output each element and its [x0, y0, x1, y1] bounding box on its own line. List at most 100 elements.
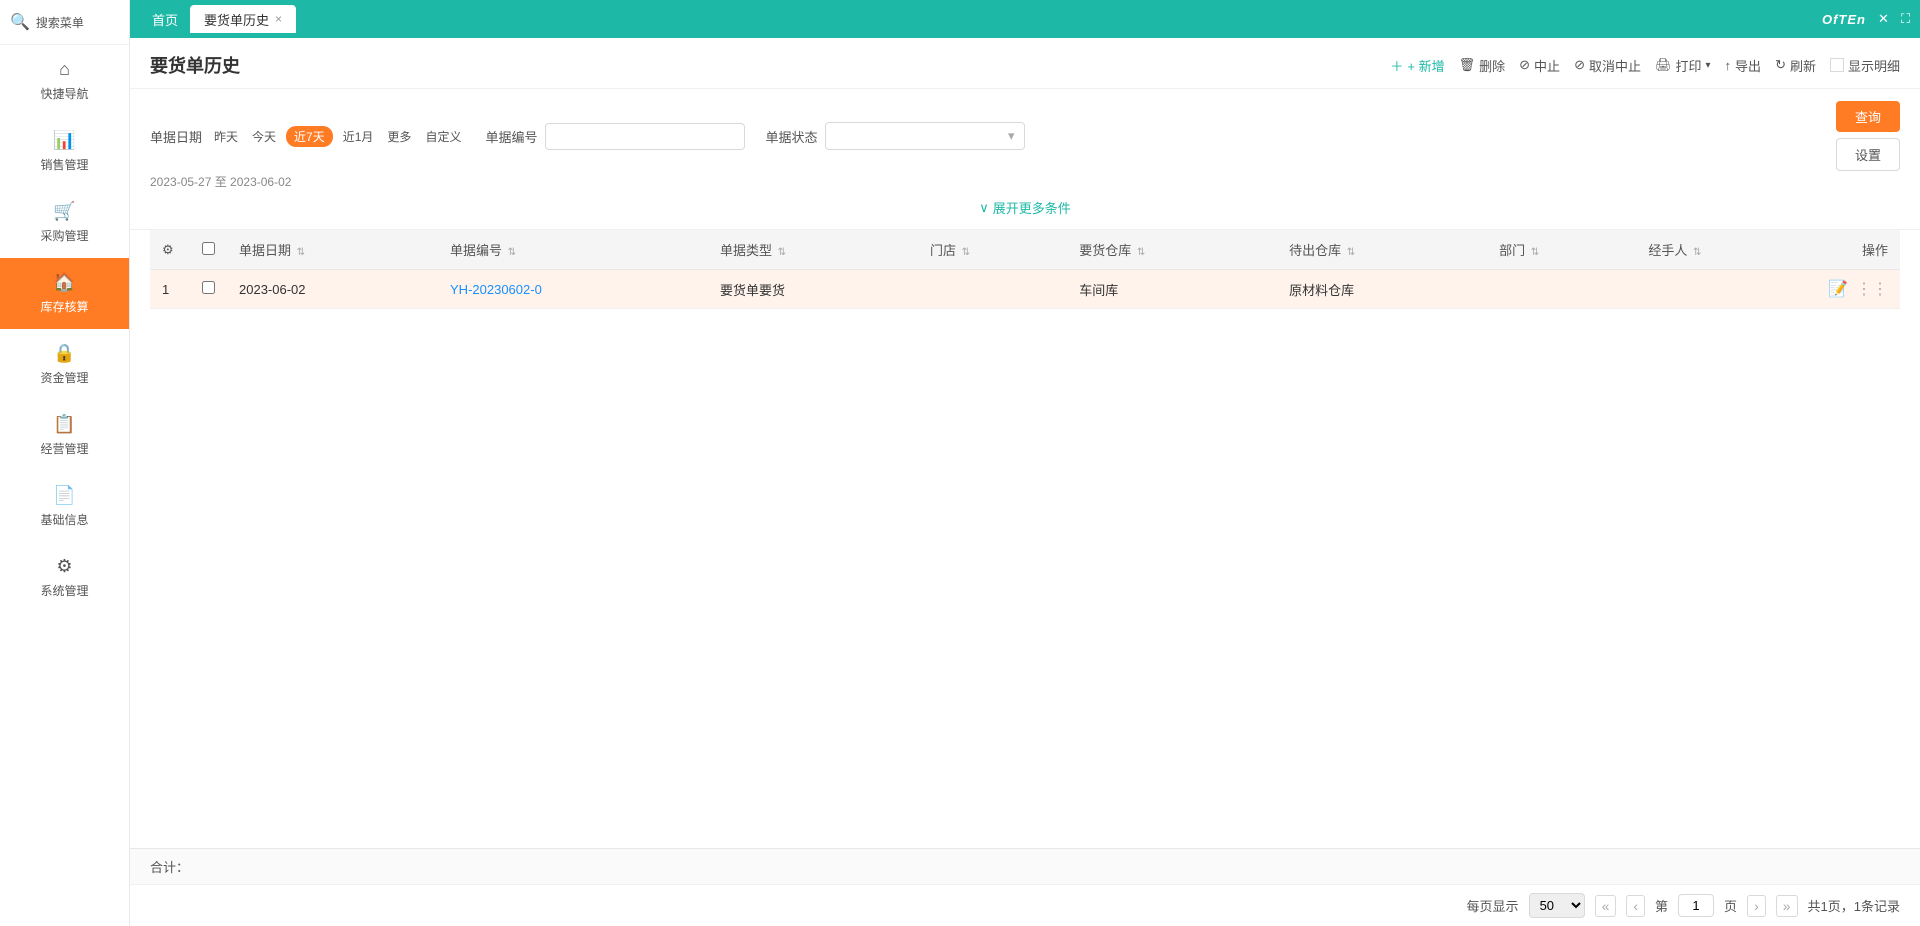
sidebar-item-system[interactable]: ⚙ 系统管理	[0, 542, 129, 613]
cell-pending-warehouse: 原材料仓库	[1277, 270, 1487, 309]
sidebar-item-operation[interactable]: 📋 经营管理	[0, 400, 129, 471]
th-doc-no: 单据编号 ⇅	[438, 230, 708, 270]
doc-no-link[interactable]: YH-20230602-0	[450, 282, 542, 297]
sort-doc-type-icon[interactable]: ⇅	[778, 247, 786, 258]
print-button[interactable]: 🖨 打印 ▾	[1655, 56, 1711, 75]
sort-doc-no-icon[interactable]: ⇅	[508, 247, 516, 258]
th-department: 部门 ⇅	[1487, 230, 1636, 270]
cell-shop	[918, 270, 1067, 309]
page-label: 第	[1655, 896, 1668, 915]
expand-down-icon: ∨	[979, 200, 989, 216]
filter-row: 单据日期 昨天 今天 近7天 近1月 更多 自定义 单据编号	[150, 101, 1900, 171]
clipboard-icon: 📋	[53, 414, 75, 435]
table-row: 1 2023-06-02 YH-20230602-0 要货单要货 车间库	[150, 270, 1900, 309]
export-icon: ↑	[1725, 58, 1732, 73]
page-suffix: 页	[1724, 896, 1737, 915]
row-detail-icon[interactable]: ⋮⋮	[1856, 279, 1888, 299]
show-detail-button[interactable]: 显示明细	[1830, 56, 1900, 75]
export-button[interactable]: ↑ 导出	[1725, 56, 1762, 75]
tab-active[interactable]: 要货单历史 ×	[190, 5, 296, 33]
sidebar-item-label: 基础信息	[40, 511, 88, 528]
per-page-select[interactable]: 50 100 200	[1529, 893, 1585, 918]
chart-icon: 📊	[53, 130, 75, 151]
last-page-button[interactable]: »	[1776, 895, 1798, 917]
sort-doc-date-icon[interactable]: ⇅	[297, 247, 305, 258]
date-btn-7days[interactable]: 近7天	[286, 126, 333, 147]
sidebar-item-quick-nav[interactable]: ⌂ 快捷导航	[0, 45, 129, 116]
doc-date-filter: 单据日期 昨天 今天 近7天 近1月 更多 自定义	[150, 126, 465, 147]
date-btn-custom[interactable]: 自定义	[421, 126, 465, 147]
th-req-warehouse: 要货仓库 ⇅	[1067, 230, 1277, 270]
th-checkbox	[190, 230, 227, 270]
page-header: 要货单历史 ＋ + 新增 🗑 删除 ⊘ 中止 ⊘	[130, 38, 1920, 89]
row-edit-icon[interactable]: 📝	[1828, 279, 1848, 299]
doc-no-filter: 单据编号	[485, 123, 745, 150]
table-footer: 合计：	[130, 848, 1920, 884]
stop-button[interactable]: ⊘ 中止	[1519, 56, 1560, 75]
expand-more-label: 展开更多条件	[993, 198, 1071, 217]
home-icon: ⌂	[59, 59, 70, 80]
delete-button[interactable]: 🗑 删除	[1459, 56, 1506, 75]
date-filters: 昨天 今天 近7天 近1月 更多 自定义	[210, 126, 465, 147]
cart-icon: 🛒	[53, 201, 75, 222]
table-header-row: ⚙ 单据日期 ⇅ 单据编号 ⇅	[150, 230, 1900, 270]
sidebar-item-inventory[interactable]: 🏠 库存核算	[0, 258, 129, 329]
query-button[interactable]: 查询	[1836, 101, 1900, 132]
sidebar-item-basic[interactable]: 📄 基础信息	[0, 471, 129, 542]
date-btn-yesterday[interactable]: 昨天	[210, 126, 242, 147]
th-actions: 操作	[1816, 230, 1900, 270]
tab-home[interactable]: 首页	[140, 10, 190, 29]
close-window-icon[interactable]: ✕	[1878, 11, 1889, 27]
date-btn-more[interactable]: 更多	[383, 126, 415, 147]
doc-status-label: 单据状态	[765, 127, 817, 146]
row-checkbox[interactable]	[202, 281, 215, 294]
settings-button[interactable]: 设置	[1836, 138, 1900, 171]
show-detail-checkbox[interactable]	[1830, 58, 1844, 72]
doc-status-select[interactable]: ▾	[825, 122, 1025, 150]
per-page-label: 每页显示	[1467, 896, 1519, 915]
refresh-button[interactable]: ↻ 刷新	[1775, 56, 1816, 75]
cell-department	[1487, 270, 1636, 309]
select-all-checkbox[interactable]	[202, 242, 215, 255]
dropdown-arrow-icon: ▾	[1008, 128, 1015, 144]
table-settings-icon[interactable]: ⚙	[162, 242, 174, 257]
sidebar-item-finance[interactable]: 🔒 资金管理	[0, 329, 129, 400]
date-btn-1month[interactable]: 近1月	[339, 126, 378, 147]
lock-icon: 🔒	[53, 343, 75, 364]
cancel-stop-icon: ⊘	[1574, 57, 1585, 73]
page-input[interactable]: 1	[1678, 894, 1714, 917]
th-settings[interactable]: ⚙	[150, 230, 190, 270]
sidebar-item-label: 采购管理	[40, 227, 88, 244]
doc-status-filter: 单据状态 ▾	[765, 122, 1025, 150]
pagination-bar: 每页显示 50 100 200 « ‹ 第 1 页 › » 共1页，1条记录	[130, 884, 1920, 926]
cancel-stop-button[interactable]: ⊘ 取消中止	[1574, 56, 1641, 75]
th-shop: 门店 ⇅	[918, 230, 1067, 270]
doc-icon: 📄	[53, 485, 75, 506]
sort-req-warehouse-icon[interactable]: ⇅	[1137, 247, 1145, 258]
sidebar-search[interactable]: 🔍 搜索菜单	[0, 0, 129, 45]
prev-page-button[interactable]: ‹	[1626, 895, 1645, 917]
expand-more-button[interactable]: ∨ 展开更多条件	[150, 198, 1900, 217]
next-page-button[interactable]: ›	[1747, 895, 1766, 917]
tab-bar: 首页 要货单历史 × OfTEn ✕ ⛶	[130, 0, 1920, 38]
sort-department-icon[interactable]: ⇅	[1531, 247, 1539, 258]
doc-no-input[interactable]	[545, 123, 745, 150]
sidebar-item-sales[interactable]: 📊 销售管理	[0, 116, 129, 187]
new-button[interactable]: ＋ + 新增	[1390, 56, 1444, 75]
tab-bar-right: OfTEn ✕ ⛶	[1822, 11, 1910, 27]
doc-date-label: 单据日期	[150, 127, 202, 146]
sidebar: 🔍 搜索菜单 ⌂ 快捷导航 📊 销售管理 🛒 采购管理 🏠 库存核算 🔒 资金管…	[0, 0, 130, 926]
print-icon: 🖨	[1655, 57, 1672, 73]
sort-pending-warehouse-icon[interactable]: ⇅	[1347, 247, 1355, 258]
sidebar-item-label: 经营管理	[40, 440, 88, 457]
sort-handler-icon[interactable]: ⇅	[1693, 247, 1701, 258]
sort-shop-icon[interactable]: ⇅	[962, 247, 970, 258]
first-page-button[interactable]: «	[1595, 895, 1617, 917]
tab-label: 要货单历史	[204, 10, 269, 29]
date-btn-today[interactable]: 今天	[248, 126, 280, 147]
page-title: 要货单历史	[150, 52, 240, 78]
refresh-icon: ↻	[1775, 57, 1786, 73]
sidebar-item-purchase[interactable]: 🛒 采购管理	[0, 187, 129, 258]
maximize-icon[interactable]: ⛶	[1901, 11, 1910, 27]
tab-close-icon[interactable]: ×	[275, 12, 282, 26]
